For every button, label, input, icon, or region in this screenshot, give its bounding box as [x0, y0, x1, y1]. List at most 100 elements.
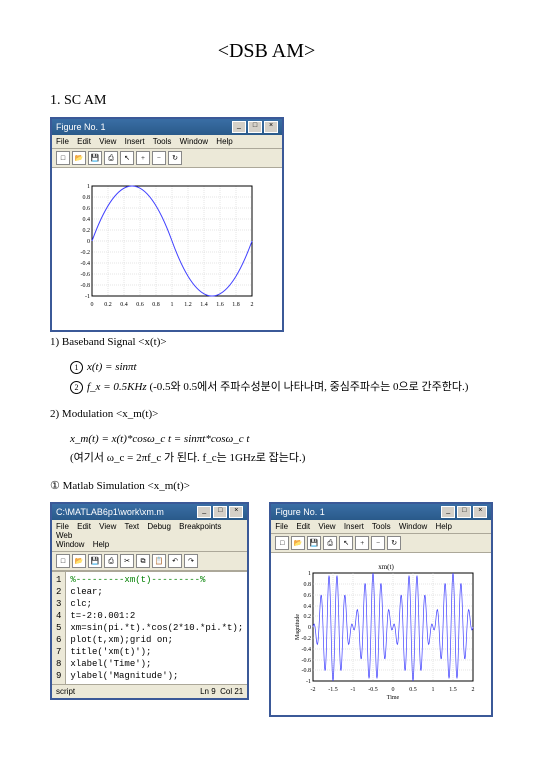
open-icon[interactable]: 📂: [72, 151, 86, 165]
editor-minimize-button[interactable]: _: [197, 506, 211, 518]
editor-menu-file[interactable]: File: [56, 522, 69, 531]
f2-arrow-icon[interactable]: ↖: [339, 536, 353, 550]
code-line: xm=sin(pi.*t).*cos(2*10.*pi.*t);: [70, 622, 243, 634]
close-button[interactable]: ×: [264, 121, 278, 133]
circled-2-icon: 2: [70, 381, 83, 394]
zoom-in-icon[interactable]: +: [136, 151, 150, 165]
f2-open-icon[interactable]: 📂: [291, 536, 305, 550]
f2-menu-insert[interactable]: Insert: [344, 522, 364, 531]
svg-text:0.4: 0.4: [304, 604, 312, 610]
svg-text:-0.4: -0.4: [81, 261, 91, 267]
editor-maximize-button[interactable]: □: [213, 506, 227, 518]
editor-redo-icon[interactable]: ↷: [184, 554, 198, 568]
menu-tools[interactable]: Tools: [153, 137, 172, 146]
menu-view[interactable]: View: [99, 137, 116, 146]
print-icon[interactable]: ⎙: [104, 151, 118, 165]
status-ln: Ln 9: [200, 687, 216, 696]
editor-copy-icon[interactable]: ⧉: [136, 554, 150, 568]
svg-text:-1: -1: [85, 294, 90, 300]
figure-2-title: Figure No. 1: [275, 507, 325, 517]
sine-plot-svg: 10.80.6 0.40.20 -0.2-0.4-0.6 -0.8-1 00.2…: [72, 176, 272, 316]
code-line: title('xm(t)');: [70, 646, 243, 658]
editor-body[interactable]: 12 34 56 78 9 %---------xm(t)---------% …: [52, 571, 247, 684]
menu-window[interactable]: Window: [180, 137, 208, 146]
editor-menu-window[interactable]: Window: [56, 540, 84, 549]
editor-menu-view[interactable]: View: [99, 522, 116, 531]
svg-text:-0.6: -0.6: [81, 272, 91, 278]
new-icon[interactable]: □: [56, 151, 70, 165]
editor-window: C:\MATLAB6p1\work\xm.m _ □ × File Edit V…: [50, 502, 249, 700]
arrow-icon[interactable]: ↖: [120, 151, 134, 165]
figure-2-window: Figure No. 1 _ □ × File Edit View Insert…: [269, 502, 493, 717]
svg-text:-0.4: -0.4: [302, 647, 312, 653]
editor-cut-icon[interactable]: ✂: [120, 554, 134, 568]
editor-new-icon[interactable]: □: [56, 554, 70, 568]
figure-2-plot: xm(t) 10.80.6 0.40.20: [271, 553, 491, 715]
editor-close-button[interactable]: ×: [229, 506, 243, 518]
f2-save-icon[interactable]: 💾: [307, 536, 321, 550]
svg-text:-1: -1: [351, 687, 356, 693]
editor-open-icon[interactable]: 📂: [72, 554, 86, 568]
editor-titlebar: C:\MATLAB6p1\work\xm.m _ □ ×: [52, 504, 247, 520]
f2-menu-file[interactable]: File: [275, 522, 288, 531]
svg-text:1.4: 1.4: [200, 302, 208, 308]
zoom-out-icon[interactable]: −: [152, 151, 166, 165]
caption-1: 1) Baseband Signal <x(t)>: [50, 336, 483, 348]
editor-menu-help[interactable]: Help: [93, 540, 109, 549]
f2-menu-help[interactable]: Help: [436, 522, 452, 531]
subsection-2: 2) Modulation <x_m(t)>: [50, 408, 483, 420]
menu-help[interactable]: Help: [216, 137, 232, 146]
minimize-button[interactable]: _: [232, 121, 246, 133]
svg-text:0.6: 0.6: [304, 593, 312, 599]
editor-code[interactable]: %---------xm(t)---------% clear; clc; t=…: [66, 572, 247, 684]
eq-xt: x(t) = sinπt: [87, 361, 137, 373]
f2-menu-tools[interactable]: Tools: [372, 522, 391, 531]
svg-text:0: 0: [308, 625, 311, 631]
f2-menu-edit[interactable]: Edit: [296, 522, 310, 531]
f2-menu-view[interactable]: View: [318, 522, 335, 531]
f2-print-icon[interactable]: ⎙: [323, 536, 337, 550]
f2-new-icon[interactable]: □: [275, 536, 289, 550]
editor-toolbar: □ 📂 💾 ⎙ ✂ ⧉ 📋 ↶ ↷: [52, 552, 247, 571]
figure-1-titlebar: Figure No. 1 _ □ ×: [52, 119, 282, 135]
plot-title: xm(t): [378, 563, 394, 571]
editor-menu-text[interactable]: Text: [124, 522, 139, 531]
svg-text:0.8: 0.8: [152, 302, 160, 308]
editor-gutter: 12 34 56 78 9: [52, 572, 66, 684]
editor-menu-edit[interactable]: Edit: [77, 522, 91, 531]
menu-edit[interactable]: Edit: [77, 137, 91, 146]
figure-2-maximize-button[interactable]: □: [457, 506, 471, 518]
svg-text:0.2: 0.2: [104, 302, 112, 308]
editor-menu-debug[interactable]: Debug: [147, 522, 171, 531]
svg-text:2: 2: [251, 302, 254, 308]
svg-text:1.6: 1.6: [216, 302, 224, 308]
code-line: t=-2:0.001:2: [70, 610, 243, 622]
menu-insert[interactable]: Insert: [125, 137, 145, 146]
editor-print-icon[interactable]: ⎙: [104, 554, 118, 568]
menu-file[interactable]: File: [56, 137, 69, 146]
maximize-button[interactable]: □: [248, 121, 262, 133]
save-icon[interactable]: 💾: [88, 151, 102, 165]
svg-text:-0.6: -0.6: [302, 658, 312, 664]
eq-xm: x_m(t) = x(t)*cosω_c t = sinπt*cosω_c t: [70, 430, 483, 450]
editor-menu-breakpoints[interactable]: Breakpoints: [179, 522, 221, 531]
editor-menu-web[interactable]: Web: [56, 531, 72, 540]
f2-zoom-in-icon[interactable]: +: [355, 536, 369, 550]
svg-text:0: 0: [87, 239, 90, 245]
f2-zoom-out-icon[interactable]: −: [371, 536, 385, 550]
svg-text:0.5: 0.5: [409, 687, 417, 693]
svg-text:0: 0: [91, 302, 94, 308]
rotate-icon[interactable]: ↻: [168, 151, 182, 165]
svg-text:1: 1: [308, 571, 311, 577]
editor-menubar: File Edit View Text Debug Breakpoints We…: [52, 520, 247, 552]
f2-rotate-icon[interactable]: ↻: [387, 536, 401, 550]
svg-text:-1.5: -1.5: [328, 687, 338, 693]
f2-menu-window[interactable]: Window: [399, 522, 427, 531]
eq-xm-note: (여기서 ω_c = 2πf_c 가 된다. f_c는 1GHz로 잡는다.): [70, 449, 483, 469]
figure-2-close-button[interactable]: ×: [473, 506, 487, 518]
editor-undo-icon[interactable]: ↶: [168, 554, 182, 568]
editor-paste-icon[interactable]: 📋: [152, 554, 166, 568]
editor-save-icon[interactable]: 💾: [88, 554, 102, 568]
svg-text:0.2: 0.2: [83, 228, 91, 234]
figure-2-minimize-button[interactable]: _: [441, 506, 455, 518]
